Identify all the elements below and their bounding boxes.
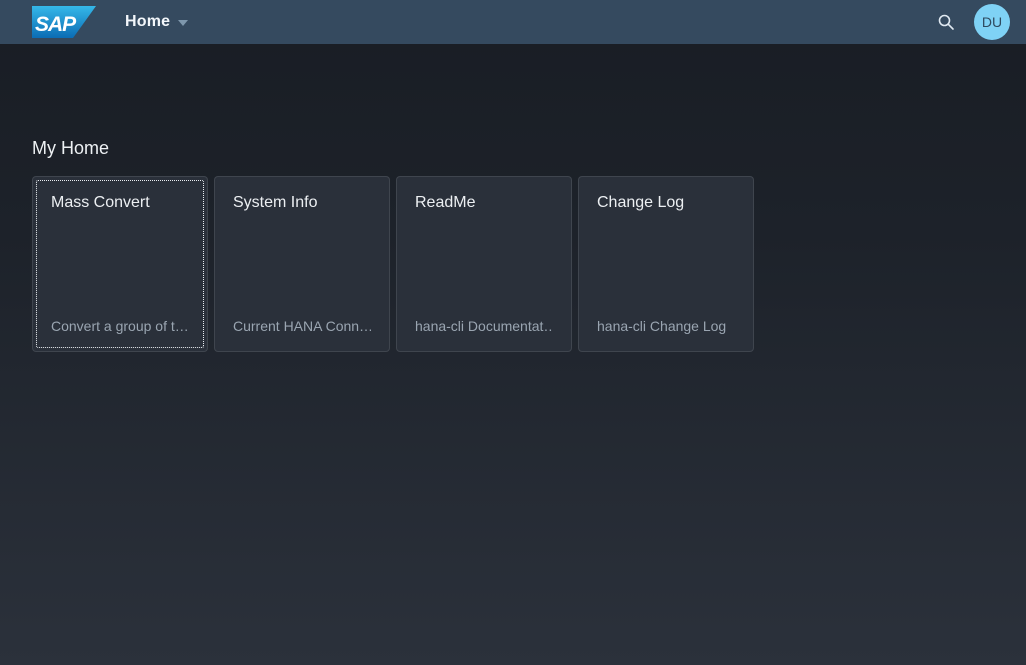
- tile-title: System Info: [233, 194, 318, 211]
- tile-title: ReadMe: [415, 194, 476, 211]
- tile-mass-convert[interactable]: Mass Convert Convert a group of t…: [32, 176, 208, 352]
- sap-logo[interactable]: SAP: [32, 6, 96, 38]
- tile-change-log[interactable]: Change Log hana-cli Change Log: [578, 176, 754, 352]
- search-icon: [938, 14, 954, 30]
- chevron-down-icon: [178, 20, 189, 26]
- tile-subtitle: hana-cli Documentat…: [415, 318, 553, 334]
- tile-group: Mass Convert Convert a group of t… Syste…: [32, 176, 994, 352]
- tile-title: Mass Convert: [51, 194, 150, 211]
- launchpad-content: My Home Mass Convert Convert a group of …: [0, 44, 1026, 352]
- user-avatar-initials: DU: [981, 14, 1003, 30]
- home-menu-label: Home: [125, 13, 171, 30]
- sap-logo-icon: SAP: [32, 6, 96, 38]
- svg-text:SAP: SAP: [35, 13, 77, 36]
- tile-title: Change Log: [597, 194, 685, 211]
- home-menu-button[interactable]: Home: [117, 7, 196, 37]
- tile-subtitle: hana-cli Change Log: [597, 318, 727, 334]
- tile-subtitle: Current HANA Conn…: [233, 318, 371, 334]
- shell-bar: SAP Home DU: [0, 0, 1026, 44]
- user-avatar[interactable]: DU: [974, 4, 1010, 40]
- section-title: My Home: [32, 138, 110, 158]
- tile-readme[interactable]: ReadMe hana-cli Documentat…: [396, 176, 572, 352]
- tile-subtitle: Convert a group of t…: [51, 318, 189, 334]
- search-button[interactable]: [928, 4, 964, 40]
- tile-system-info[interactable]: System Info Current HANA Conn…: [214, 176, 390, 352]
